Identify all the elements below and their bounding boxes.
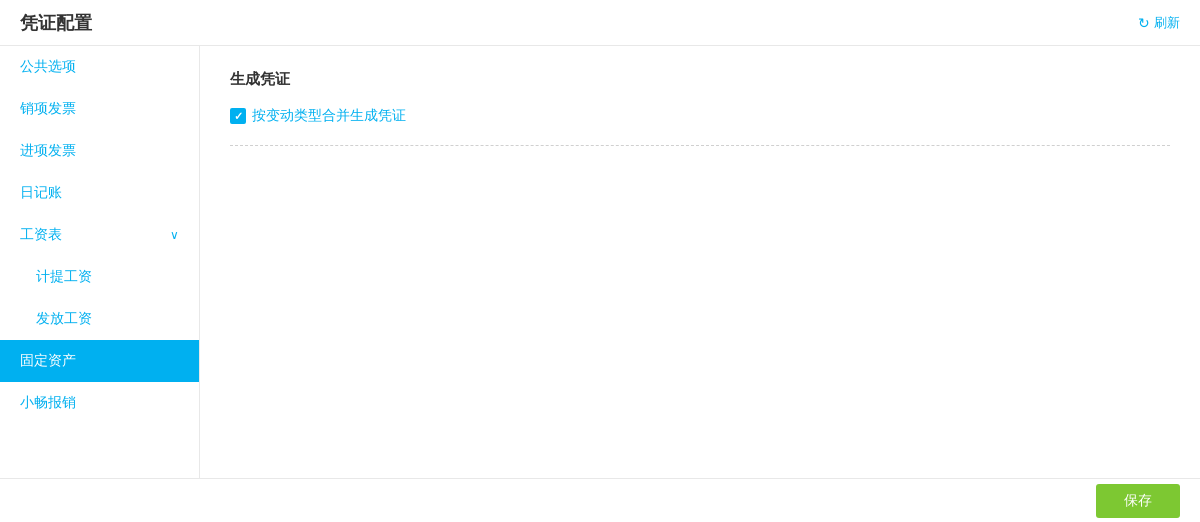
divider <box>230 145 1170 146</box>
sidebar-item-label: 计提工资 <box>36 268 92 286</box>
sidebar-item-label: 发放工资 <box>36 310 92 328</box>
sidebar-item-label: 公共选项 <box>20 58 76 76</box>
sidebar-item-journal[interactable]: 日记账 <box>0 172 199 214</box>
sidebar-item-label: 工资表 <box>20 226 62 244</box>
save-button[interactable]: 保存 <box>1096 484 1180 518</box>
sidebar: 公共选项销项发票进项发票日记账工资表 ∨ 计提工资发放工资固定资产小畅报销 <box>0 46 200 478</box>
chevron-down-icon: ∨ <box>170 228 179 242</box>
checkbox-label: 按变动类型合并生成凭证 <box>252 107 406 125</box>
checkbox-item[interactable]: 按变动类型合并生成凭证 <box>230 107 406 125</box>
sidebar-item-payroll-distribute[interactable]: 发放工资 <box>0 298 199 340</box>
refresh-icon: ↻ <box>1138 15 1150 31</box>
content-area: 生成凭证 按变动类型合并生成凭证 <box>200 46 1200 478</box>
refresh-label: 刷新 <box>1154 14 1180 32</box>
sidebar-item-label: 固定资产 <box>20 352 76 370</box>
page-title: 凭证配置 <box>20 11 92 35</box>
sidebar-item-expense[interactable]: 小畅报销 <box>0 382 199 424</box>
sidebar-item-payroll-accrual[interactable]: 计提工资 <box>0 256 199 298</box>
sidebar-item-public[interactable]: 公共选项 <box>0 46 199 88</box>
checkbox-row: 按变动类型合并生成凭证 <box>230 107 1170 125</box>
main-layout: 公共选项销项发票进项发票日记账工资表 ∨ 计提工资发放工资固定资产小畅报销 生成凭证… <box>0 46 1200 478</box>
sidebar-item-payroll[interactable]: 工资表 ∨ <box>0 214 199 256</box>
sidebar-item-fixed-assets[interactable]: 固定资产 <box>0 340 199 382</box>
section-title: 生成凭证 <box>230 70 1170 89</box>
header: 凭证配置 ↻ 刷新 <box>0 0 1200 46</box>
sidebar-item-label: 小畅报销 <box>20 394 76 412</box>
sidebar-item-label: 进项发票 <box>20 142 76 160</box>
footer: 保存 <box>0 478 1200 522</box>
refresh-button[interactable]: ↻ 刷新 <box>1138 14 1180 32</box>
sidebar-item-sales-invoice[interactable]: 销项发票 <box>0 88 199 130</box>
checkbox-box[interactable] <box>230 108 246 124</box>
sidebar-item-label: 日记账 <box>20 184 62 202</box>
sidebar-item-purchase-invoice[interactable]: 进项发票 <box>0 130 199 172</box>
sidebar-item-label: 销项发票 <box>20 100 76 118</box>
